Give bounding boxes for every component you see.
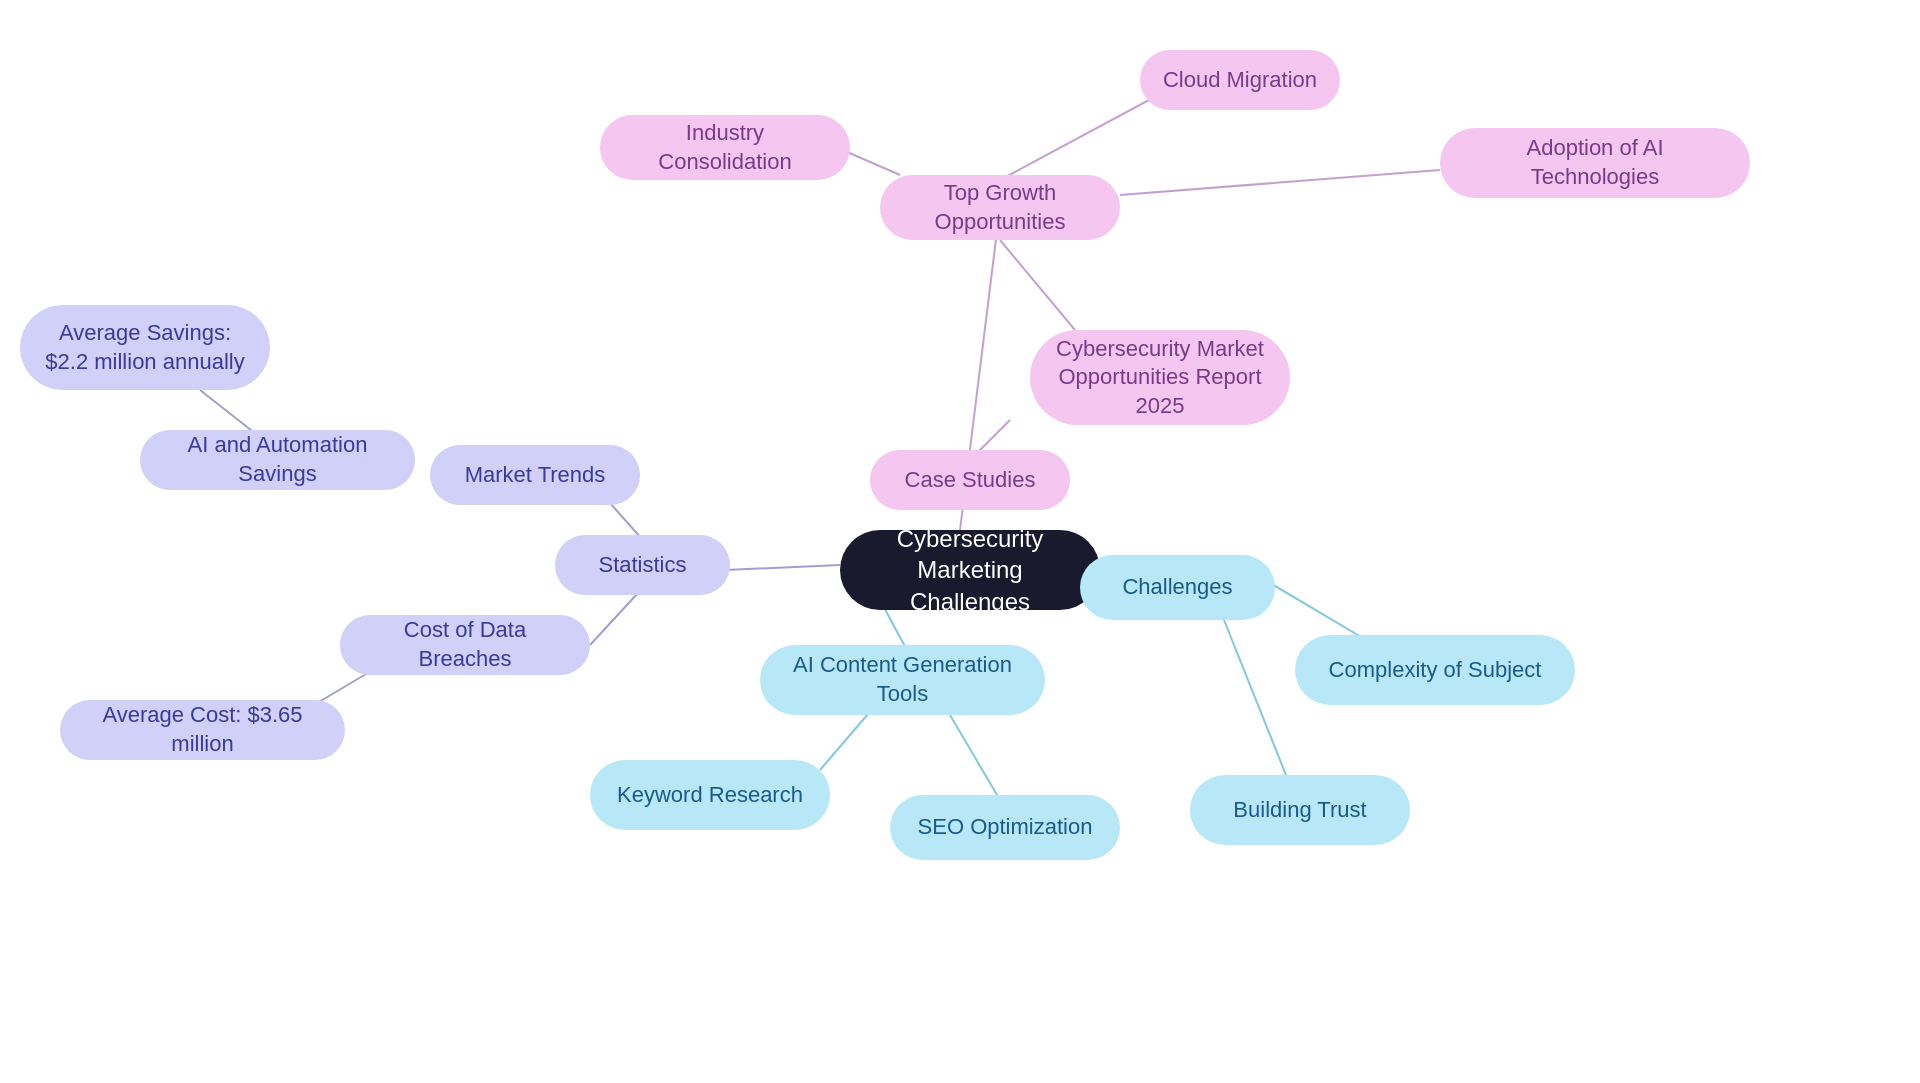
svg-line-6	[1120, 170, 1440, 195]
ai-automation-savings-node[interactable]: AI and Automation Savings	[140, 430, 415, 490]
statistics-label: Statistics	[598, 551, 686, 580]
center-label: Cybersecurity Marketing Challenges	[862, 523, 1078, 617]
market-trends-label: Market Trends	[465, 461, 606, 490]
challenges-label: Challenges	[1122, 573, 1232, 602]
svg-line-15	[950, 715, 1000, 800]
cloud-migration-label: Cloud Migration	[1163, 66, 1317, 95]
top-growth-label: Top Growth Opportunities	[902, 179, 1098, 236]
cybersecurity-report-label: Cybersecurity Market Opportunities Repor…	[1052, 335, 1268, 421]
building-trust-label: Building Trust	[1233, 796, 1366, 825]
case-studies-node[interactable]: Case Studies	[870, 450, 1070, 510]
svg-line-1	[725, 565, 840, 570]
industry-consolidation-label: Industry Consolidation	[622, 119, 828, 176]
keyword-research-label: Keyword Research	[617, 781, 803, 810]
market-trends-node[interactable]: Market Trends	[430, 445, 640, 505]
ai-content-tools-label: AI Content Generation Tools	[782, 651, 1023, 708]
seo-optimization-node[interactable]: SEO Optimization	[890, 795, 1120, 860]
ai-content-tools-node[interactable]: AI Content Generation Tools	[760, 645, 1045, 715]
challenges-node[interactable]: Challenges	[1080, 555, 1275, 620]
adoption-ai-label: Adoption of AI Technologies	[1462, 134, 1728, 191]
building-trust-node[interactable]: Building Trust	[1190, 775, 1410, 845]
keyword-research-node[interactable]: Keyword Research	[590, 760, 830, 830]
top-growth-node[interactable]: Top Growth Opportunities	[880, 175, 1120, 240]
svg-line-7	[1000, 240, 1075, 330]
complexity-subject-label: Complexity of Subject	[1329, 656, 1542, 685]
complexity-subject-node[interactable]: Complexity of Subject	[1295, 635, 1575, 705]
ai-automation-savings-label: AI and Automation Savings	[162, 431, 393, 488]
adoption-ai-node[interactable]: Adoption of AI Technologies	[1440, 128, 1750, 198]
cost-data-breaches-label: Cost of Data Breaches	[362, 616, 568, 673]
cybersecurity-report-node[interactable]: Cybersecurity Market Opportunities Repor…	[1030, 330, 1290, 425]
cloud-migration-node[interactable]: Cloud Migration	[1140, 50, 1340, 110]
center-node: Cybersecurity Marketing Challenges	[840, 530, 1100, 610]
statistics-node[interactable]: Statistics	[555, 535, 730, 595]
seo-optimization-label: SEO Optimization	[918, 813, 1093, 842]
industry-consolidation-node[interactable]: Industry Consolidation	[600, 115, 850, 180]
average-savings-label: Average Savings: $2.2 million annually	[42, 319, 248, 376]
average-cost-node[interactable]: Average Cost: $3.65 million	[60, 700, 345, 760]
average-savings-node[interactable]: Average Savings: $2.2 million annually	[20, 305, 270, 390]
svg-line-17	[1220, 610, 1290, 785]
case-studies-label: Case Studies	[905, 466, 1036, 495]
cost-data-breaches-node[interactable]: Cost of Data Breaches	[340, 615, 590, 675]
average-cost-label: Average Cost: $3.65 million	[82, 701, 323, 758]
